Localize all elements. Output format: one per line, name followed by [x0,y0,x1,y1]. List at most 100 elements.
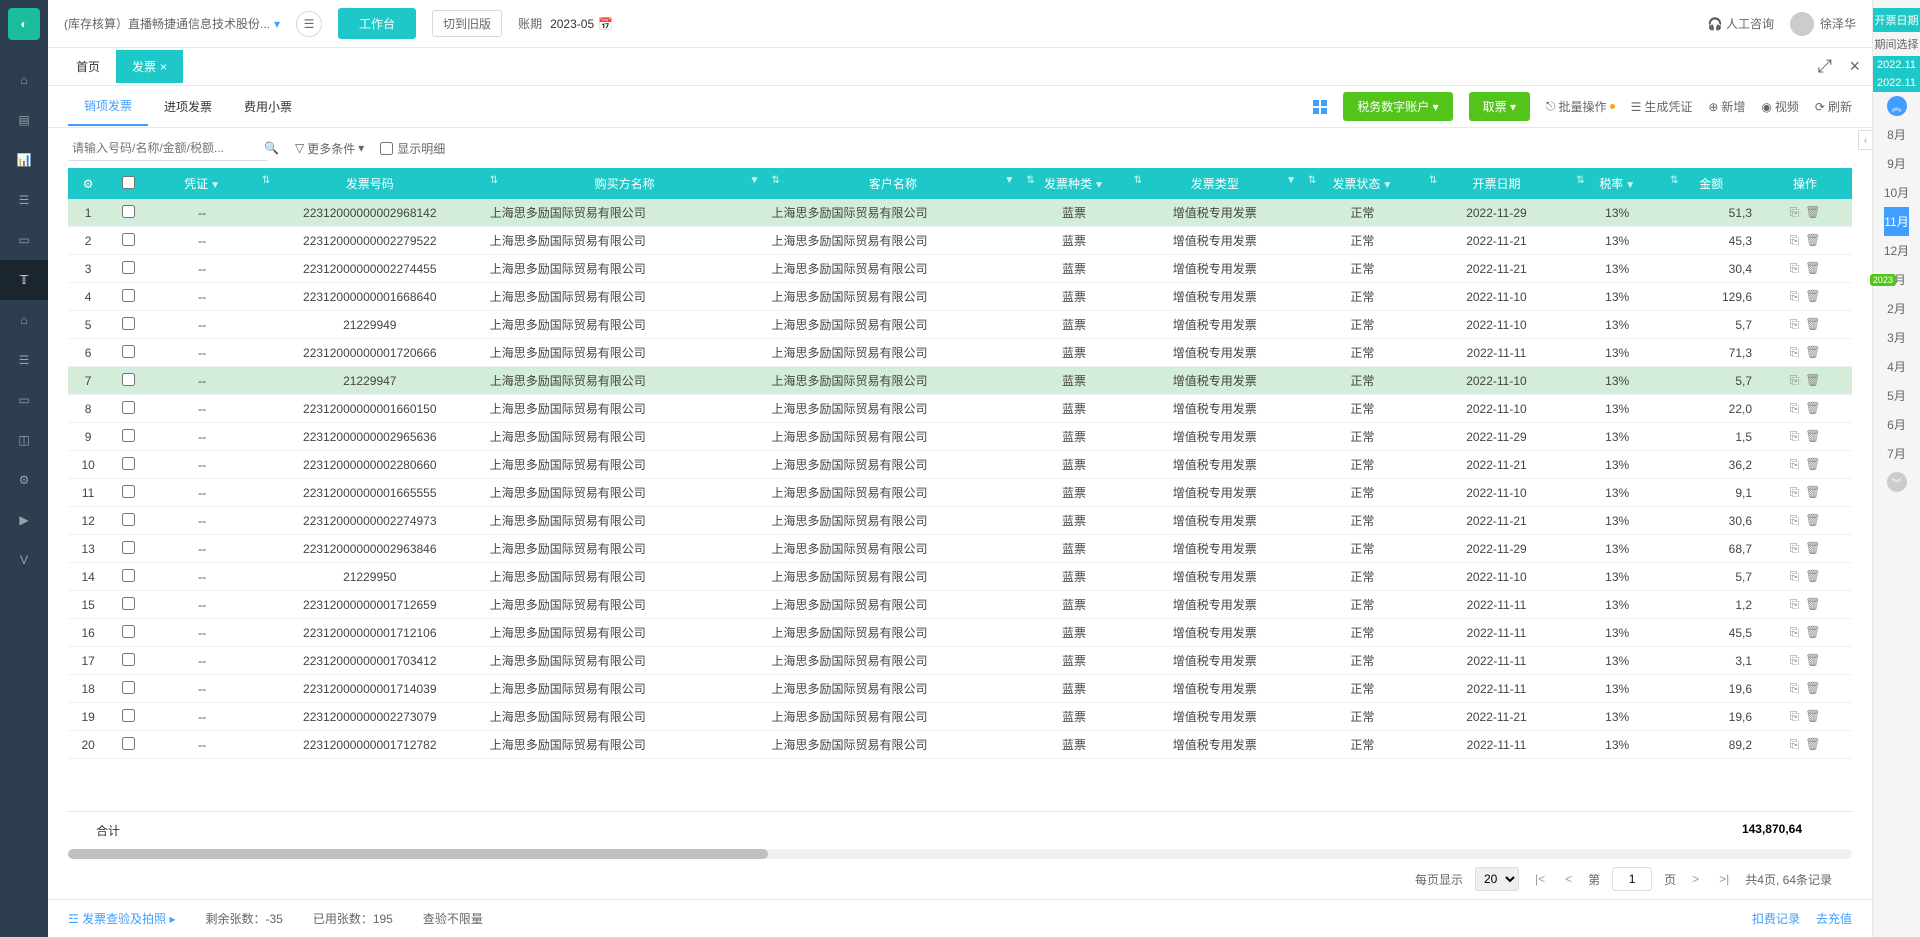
row-checkbox[interactable] [122,457,135,470]
delete-icon[interactable]: 🗑 [1805,681,1820,695]
col-amount[interactable]: 金额 [1664,168,1758,199]
first-page-icon[interactable]: |< [1531,872,1549,886]
delete-icon[interactable]: 🗑 [1805,569,1820,583]
nav-gear-icon[interactable]: ⚙ [0,460,48,500]
table-row[interactable]: 9--22312000000002965636上海思多励国际贸易有限公司上海思多… [68,423,1852,451]
table-row[interactable]: 19--22312000000002273079上海思多励国际贸易有限公司上海思… [68,703,1852,731]
per-page-select[interactable]: 20 [1475,867,1519,891]
nav-book-icon[interactable]: ▭ [0,220,48,260]
edit-icon[interactable]: ⎘ [1790,597,1800,611]
table-row[interactable]: 3--22312000000002274455上海思多励国际贸易有限公司上海思多… [68,255,1852,283]
refresh-action[interactable]: ⟳ 刷新 [1815,98,1852,115]
table-row[interactable]: 4--22312000000001668640上海思多励国际贸易有限公司上海思多… [68,283,1852,311]
page-input[interactable] [1612,867,1652,891]
col-invoice-no[interactable]: 发票号码 [256,168,484,199]
delete-icon[interactable]: 🗑 [1805,317,1820,331]
nav-invoice-icon[interactable]: 𝕋 [0,260,48,300]
table-row[interactable]: 7--21229947上海思多励国际贸易有限公司上海思多励国际贸易有限公司蓝票增… [68,367,1852,395]
delete-icon[interactable]: 🗑 [1805,513,1820,527]
recharge-link[interactable]: 去充值 [1816,910,1852,927]
row-checkbox[interactable] [122,625,135,638]
subtab-sales[interactable]: 销项发票 [68,87,148,126]
table-row[interactable]: 12--22312000000002274973上海思多励国际贸易有限公司上海思… [68,507,1852,535]
edit-icon[interactable]: ⎘ [1790,737,1800,751]
date-month[interactable]: 6月 [1884,410,1909,439]
date-year-2[interactable]: 2022.11 [1873,74,1920,92]
delete-icon[interactable]: 🗑 [1805,233,1820,247]
date-month[interactable]: 10月 [1884,178,1909,207]
col-buyer[interactable]: 购买方名称▼ [484,168,766,199]
row-checkbox[interactable] [122,401,135,414]
row-checkbox[interactable] [122,737,135,750]
nav-list-icon[interactable]: ☰ [0,180,48,220]
next-page-icon[interactable]: > [1688,872,1703,886]
logo-icon[interactable]: ◐ [8,8,40,40]
edit-icon[interactable]: ⎘ [1790,289,1800,303]
date-month[interactable]: 8月 [1884,120,1909,149]
delete-icon[interactable]: 🗑 [1805,457,1820,471]
edit-icon[interactable]: ⎘ [1790,709,1800,723]
row-checkbox[interactable] [122,317,135,330]
row-checkbox[interactable] [122,261,135,274]
table-row[interactable]: 11--22312000000001665555上海思多励国际贸易有限公司上海思… [68,479,1852,507]
date-month[interactable]: 1月2023 [1884,265,1909,294]
row-checkbox[interactable] [122,541,135,554]
nav-hand-icon[interactable]: ☰ [0,340,48,380]
grid-view-icon[interactable] [1313,100,1327,114]
table-row[interactable]: 15--22312000000001712659上海思多励国际贸易有限公司上海思… [68,591,1852,619]
edit-icon[interactable]: ⎘ [1790,205,1800,219]
nav-home-icon[interactable]: ⌂ [0,60,48,100]
table-row[interactable]: 14--21229950上海思多励国际贸易有限公司上海思多励国际贸易有限公司蓝票… [68,563,1852,591]
date-month[interactable]: 3月 [1884,323,1909,352]
date-month[interactable]: 2月 [1884,294,1909,323]
nav-file-icon[interactable]: ▭ [0,380,48,420]
delete-icon[interactable]: 🗑 [1805,709,1820,723]
nav-warehouse-icon[interactable]: ⌂ [0,300,48,340]
row-checkbox[interactable] [122,569,135,582]
table-row[interactable]: 1--22312000000002968142上海思多励国际贸易有限公司上海思多… [68,199,1852,227]
row-checkbox[interactable] [122,513,135,526]
edit-icon[interactable]: ⎘ [1790,345,1800,359]
edit-icon[interactable]: ⎘ [1790,317,1800,331]
edit-icon[interactable]: ⎘ [1790,401,1800,415]
last-page-icon[interactable]: >| [1715,872,1733,886]
delete-icon[interactable]: 🗑 [1805,345,1820,359]
date-month[interactable]: 7月 [1884,439,1909,468]
table-row[interactable]: 8--22312000000001660150上海思多励国际贸易有限公司上海思多… [68,395,1852,423]
scroll-up-icon[interactable]: ︽ [1887,96,1907,116]
edit-icon[interactable]: ⎘ [1790,373,1800,387]
close-tab-icon[interactable]: × [160,60,167,74]
edit-icon[interactable]: ⎘ [1790,485,1800,499]
edit-icon[interactable]: ⎘ [1790,261,1800,275]
row-checkbox[interactable] [122,205,135,218]
user-name[interactable]: 徐泽华 [1820,15,1856,32]
delete-icon[interactable]: 🗑 [1805,373,1820,387]
verify-link[interactable]: ☲ 发票查验及拍照 ▸ [68,910,175,927]
delete-icon[interactable]: 🗑 [1805,737,1820,751]
col-kind[interactable]: 发票种类▼ [1020,168,1127,199]
tax-account-button[interactable]: 税务数字账户 ▾ [1343,92,1452,121]
edit-icon[interactable]: ⎘ [1790,457,1800,471]
row-checkbox[interactable] [122,345,135,358]
more-filters-button[interactable]: ▽ 更多条件 ▾ [295,140,364,157]
delete-icon[interactable]: 🗑 [1805,289,1820,303]
row-checkbox[interactable] [122,653,135,666]
edit-icon[interactable]: ⎘ [1790,513,1800,527]
row-checkbox[interactable] [122,289,135,302]
consult-link[interactable]: 🎧 人工咨询 [1708,15,1774,32]
col-customer[interactable]: 客户名称▼ [765,168,1020,199]
nav-chart-icon[interactable]: 📊 [0,140,48,180]
edit-icon[interactable]: ⎘ [1790,625,1800,639]
row-checkbox[interactable] [122,681,135,694]
row-checkbox[interactable] [122,429,135,442]
table-row[interactable]: 20--22312000000001712782上海思多励国际贸易有限公司上海思… [68,731,1852,759]
edit-icon[interactable]: ⎘ [1790,541,1800,555]
edit-icon[interactable]: ⎘ [1790,681,1800,695]
date-year-1[interactable]: 2022.11 [1873,56,1920,74]
delete-icon[interactable]: 🗑 [1805,401,1820,415]
row-checkbox[interactable] [122,709,135,722]
period-value[interactable]: 2023-05 [550,17,594,31]
edit-icon[interactable]: ⎘ [1790,653,1800,667]
col-voucher[interactable]: 凭证▼ [148,168,255,199]
table-row[interactable]: 5--21229949上海思多励国际贸易有限公司上海思多励国际贸易有限公司蓝票增… [68,311,1852,339]
